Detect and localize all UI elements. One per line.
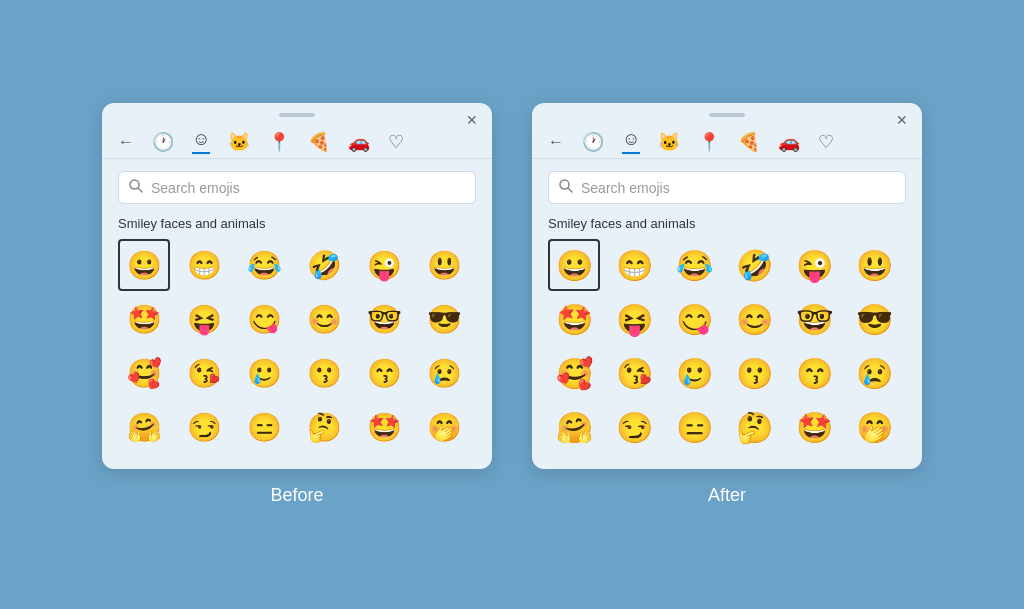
after-nav-location[interactable]: 📍 (698, 131, 720, 153)
after-emoji-4[interactable]: 😜 (788, 239, 840, 291)
before-emoji-21[interactable]: 🤔 (298, 401, 350, 453)
before-emoji-20[interactable]: 😑 (238, 401, 290, 453)
after-emoji-19[interactable]: 😏 (608, 401, 660, 453)
before-emoji-8[interactable]: 😋 (238, 293, 290, 345)
after-emoji-8[interactable]: 😋 (668, 293, 720, 345)
after-drag-handle (709, 113, 745, 117)
before-emoji-11[interactable]: 😎 (418, 293, 470, 345)
before-drag-handle (279, 113, 315, 117)
after-emoji-grid: 😀 😁 😂 🤣 😜 😃 🤩 😝 😋 😊 🤓 😎 🥰 😘 🥲 😗 😙 😢 🤗 (532, 239, 922, 453)
before-emoji-grid: 😀 😁 😂 🤣 😜 😃 🤩 😝 😋 😊 🤓 😎 🥰 😘 🥲 😗 😙 😢 🤗 (102, 239, 492, 453)
before-emoji-5[interactable]: 😃 (418, 239, 470, 291)
svg-line-3 (568, 188, 572, 192)
after-emoji-0[interactable]: 😀 (548, 239, 600, 291)
after-search-bar[interactable]: Search emojis (548, 171, 906, 204)
before-emoji-2[interactable]: 😂 (238, 239, 290, 291)
after-emoji-7[interactable]: 😝 (608, 293, 660, 345)
before-emoji-15[interactable]: 😗 (298, 347, 350, 399)
before-panel-wrap: ✕ ← 🕐 ☺ 🐱 📍 🍕 🚗 ♡ Search emoj (102, 103, 492, 506)
before-nav-heart[interactable]: ♡ (388, 131, 404, 153)
before-emoji-22[interactable]: 🤩 (358, 401, 410, 453)
after-titlebar: ✕ (532, 103, 922, 123)
after-emoji-1[interactable]: 😁 (608, 239, 660, 291)
after-emoji-20[interactable]: 😑 (668, 401, 720, 453)
before-emoji-0[interactable]: 😀 (118, 239, 170, 291)
after-search-placeholder: Search emojis (581, 180, 670, 196)
after-nav-food[interactable]: 🍕 (738, 131, 760, 153)
before-emoji-6[interactable]: 🤩 (118, 293, 170, 345)
after-nav-recent[interactable]: 🕐 (582, 131, 604, 153)
after-emoji-23[interactable]: 🤭 (848, 401, 900, 453)
before-panel: ✕ ← 🕐 ☺ 🐱 📍 🍕 🚗 ♡ Search emoj (102, 103, 492, 469)
after-nav-animal[interactable]: 🐱 (658, 131, 680, 153)
after-emoji-21[interactable]: 🤔 (728, 401, 780, 453)
before-emoji-3[interactable]: 🤣 (298, 239, 350, 291)
after-emoji-15[interactable]: 😗 (728, 347, 780, 399)
before-search-placeholder: Search emojis (151, 180, 240, 196)
after-emoji-13[interactable]: 😘 (608, 347, 660, 399)
after-panel: ✕ ← 🕐 ☺ 🐱 📍 🍕 🚗 ♡ Search emoj (532, 103, 922, 469)
before-close-button[interactable]: ✕ (466, 113, 478, 127)
before-label: Before (270, 485, 323, 506)
after-emoji-2[interactable]: 😂 (668, 239, 720, 291)
before-nav-location[interactable]: 📍 (268, 131, 290, 153)
svg-line-1 (138, 188, 142, 192)
before-section-label: Smiley faces and animals (102, 212, 492, 239)
before-emoji-17[interactable]: 😢 (418, 347, 470, 399)
after-emoji-16[interactable]: 😙 (788, 347, 840, 399)
before-emoji-19[interactable]: 😏 (178, 401, 230, 453)
before-emoji-7[interactable]: 😝 (178, 293, 230, 345)
before-emoji-18[interactable]: 🤗 (118, 401, 170, 453)
before-nav-recent[interactable]: 🕐 (152, 131, 174, 153)
after-nav-heart[interactable]: ♡ (818, 131, 834, 153)
before-search-bar[interactable]: Search emojis (118, 171, 476, 204)
before-nav-food[interactable]: 🍕 (308, 131, 330, 153)
before-emoji-14[interactable]: 🥲 (238, 347, 290, 399)
before-nav-travel[interactable]: 🚗 (348, 131, 370, 153)
after-emoji-10[interactable]: 🤓 (788, 293, 840, 345)
after-emoji-11[interactable]: 😎 (848, 293, 900, 345)
after-panel-wrap: ✕ ← 🕐 ☺ 🐱 📍 🍕 🚗 ♡ Search emoj (532, 103, 922, 506)
before-emoji-13[interactable]: 😘 (178, 347, 230, 399)
before-emoji-9[interactable]: 😊 (298, 293, 350, 345)
before-emoji-4[interactable]: 😜 (358, 239, 410, 291)
main-container: ✕ ← 🕐 ☺ 🐱 📍 🍕 🚗 ♡ Search emoj (102, 103, 922, 506)
after-search-icon (559, 179, 573, 196)
after-emoji-5[interactable]: 😃 (848, 239, 900, 291)
before-nav-animal[interactable]: 🐱 (228, 131, 250, 153)
after-emoji-12[interactable]: 🥰 (548, 347, 600, 399)
before-nav-bar: ← 🕐 ☺ 🐱 📍 🍕 🚗 ♡ (102, 123, 492, 159)
before-nav-smiley[interactable]: ☺ (192, 129, 210, 154)
after-nav-smiley[interactable]: ☺ (622, 129, 640, 154)
before-search-icon (129, 179, 143, 196)
after-emoji-18[interactable]: 🤗 (548, 401, 600, 453)
after-label: After (708, 485, 746, 506)
after-nav-travel[interactable]: 🚗 (778, 131, 800, 153)
before-emoji-1[interactable]: 😁 (178, 239, 230, 291)
before-emoji-23[interactable]: 🤭 (418, 401, 470, 453)
before-emoji-12[interactable]: 🥰 (118, 347, 170, 399)
after-nav-bar: ← 🕐 ☺ 🐱 📍 🍕 🚗 ♡ (532, 123, 922, 159)
before-emoji-16[interactable]: 😙 (358, 347, 410, 399)
after-emoji-14[interactable]: 🥲 (668, 347, 720, 399)
before-back-icon[interactable]: ← (118, 133, 134, 151)
after-emoji-9[interactable]: 😊 (728, 293, 780, 345)
after-emoji-6[interactable]: 🤩 (548, 293, 600, 345)
after-emoji-22[interactable]: 🤩 (788, 401, 840, 453)
after-section-label: Smiley faces and animals (532, 212, 922, 239)
after-close-button[interactable]: ✕ (896, 113, 908, 127)
after-emoji-3[interactable]: 🤣 (728, 239, 780, 291)
before-emoji-10[interactable]: 🤓 (358, 293, 410, 345)
before-titlebar: ✕ (102, 103, 492, 123)
after-back-icon[interactable]: ← (548, 133, 564, 151)
after-emoji-17[interactable]: 😢 (848, 347, 900, 399)
